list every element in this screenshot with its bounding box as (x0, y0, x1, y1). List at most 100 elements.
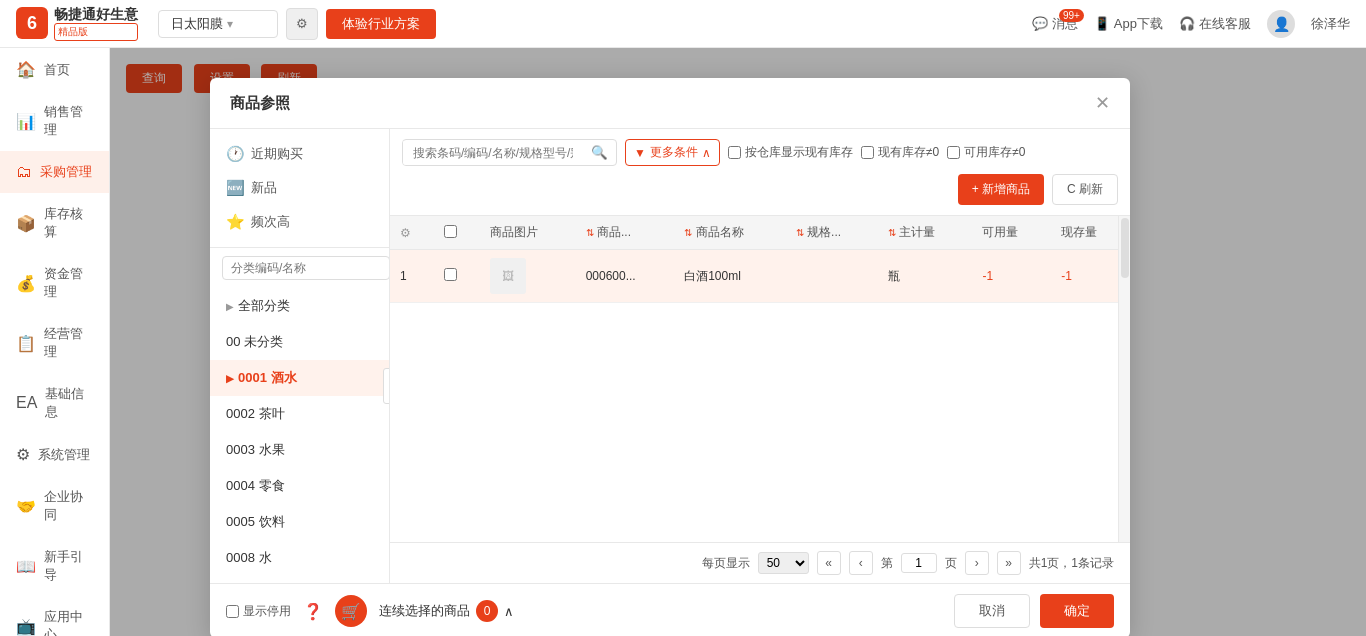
th-unit[interactable]: ⇅ 主计量 (878, 216, 973, 250)
cart-icon: 🛒 (341, 602, 361, 621)
cat-item-drinks[interactable]: 0005 饮料 (210, 504, 389, 540)
username-label: 徐泽华 (1311, 15, 1350, 33)
cat-item-water[interactable]: 0008 水 (210, 540, 389, 576)
add-product-button[interactable]: + 新增商品 (958, 174, 1044, 205)
help-icon[interactable]: ❓ (303, 602, 323, 621)
table-row[interactable]: 1 🖼 000600... 白酒100ml (390, 250, 1130, 303)
tab-new[interactable]: 🆕 新品 (210, 171, 389, 205)
warehouse-stock-checkbox[interactable]: 按仓库显示现有库存 (728, 144, 853, 161)
cell-spec (786, 250, 878, 303)
sidebar-label-inventory: 库存核算 (44, 205, 93, 241)
th-spec[interactable]: ⇅ 规格... (786, 216, 878, 250)
th-checkbox[interactable] (434, 216, 480, 250)
vertical-scrollbar[interactable] (1118, 216, 1130, 542)
cell-checkbox[interactable] (434, 250, 480, 303)
th-available[interactable]: 可用量 (972, 216, 1051, 250)
avatar[interactable]: 👤 (1267, 10, 1295, 38)
headset-icon: 🎧 (1179, 16, 1195, 31)
current-stock-check-input[interactable] (861, 146, 874, 159)
sort-code-icon: ⇅ (586, 227, 594, 238)
sidebar-label-finance: 资金管理 (44, 265, 93, 301)
app-download-area[interactable]: 📱 App下载 (1094, 15, 1163, 33)
selected-count-area[interactable]: 连续选择的商品 0 ∧ (379, 600, 514, 622)
show-disabled-checkbox[interactable]: 显示停用 (226, 603, 291, 620)
cancel-button[interactable]: 取消 (954, 594, 1030, 628)
more-filter-button[interactable]: ▼ 更多条件 ∧ (625, 139, 720, 166)
cat-item-uncategorized[interactable]: 00 未分类 (210, 324, 389, 360)
sidebar: 🏠 首页 📊 销售管理 🗂 采购管理 📦 库存核算 💰 资金管理 📋 经营管理 … (0, 48, 110, 636)
product-reference-modal: 商品参照 ✕ 🕐 近期购买 🆕 新品 (210, 78, 1130, 636)
cat-item-snacks[interactable]: 0004 零食 (210, 468, 389, 504)
cat-item-electronics[interactable]: 0010 家电 (210, 576, 389, 583)
first-page-button[interactable]: « (817, 551, 841, 575)
page-suffix: 页 (945, 555, 957, 572)
refresh-button[interactable]: C 刷新 (1052, 174, 1118, 205)
next-page-button[interactable]: › (965, 551, 989, 575)
show-disabled-check-input[interactable] (226, 605, 239, 618)
category-search-input[interactable] (222, 256, 390, 280)
sidebar-item-collab[interactable]: 🤝 企业协同 (0, 476, 109, 536)
page-number-input[interactable] (901, 553, 937, 573)
sidebar-item-purchase[interactable]: 🗂 采购管理 (0, 151, 109, 193)
purchase-icon: 🗂 (16, 163, 32, 181)
sidebar-item-operations[interactable]: 📋 经营管理 (0, 313, 109, 373)
product-image: 🖼 (490, 258, 526, 294)
product-search-button[interactable]: 🔍 (583, 140, 616, 165)
sidebar-item-apps[interactable]: 📺 应用中心 (0, 596, 109, 636)
row-checkbox[interactable] (444, 268, 457, 281)
th-code[interactable]: ⇅ 商品... (576, 216, 675, 250)
online-service-area[interactable]: 🎧 在线客服 (1179, 15, 1251, 33)
footer-right: 取消 确定 (954, 594, 1114, 628)
sidebar-item-finance[interactable]: 💰 资金管理 (0, 253, 109, 313)
sidebar-label-guide: 新手引导 (44, 548, 93, 584)
th-image[interactable]: 商品图片 (480, 216, 576, 250)
apps-icon: 📺 (16, 617, 36, 636)
collapse-selected-icon[interactable]: ∧ (504, 604, 514, 619)
product-table: ⚙ 商品图片 ⇅ 商品... (390, 216, 1130, 303)
sidebar-item-guide[interactable]: 📖 新手引导 (0, 536, 109, 596)
recent-icon: 🕐 (226, 145, 245, 163)
last-page-button[interactable]: » (997, 551, 1021, 575)
th-settings[interactable]: ⚙ (390, 216, 434, 250)
select-all-checkbox[interactable] (444, 225, 457, 238)
cat-item-all[interactable]: ▶ 全部分类 (210, 288, 389, 324)
tab-frequent[interactable]: ⭐ 频次高 (210, 205, 389, 239)
cell-seq: 1 (390, 250, 434, 303)
tab-recent[interactable]: 🕐 近期购买 (210, 137, 389, 171)
cat-item-fruit[interactable]: 0003 水果 (210, 432, 389, 468)
sidebar-label-collab: 企业协同 (44, 488, 93, 524)
operations-icon: 📋 (16, 334, 36, 353)
panel-collapse-button[interactable]: 《 (383, 368, 390, 404)
warehouse-stock-check-input[interactable] (728, 146, 741, 159)
sidebar-item-home[interactable]: 🏠 首页 (0, 48, 109, 91)
sidebar-item-system[interactable]: ⚙ 系统管理 (0, 433, 109, 476)
sidebar-item-basics[interactable]: EA 基础信息 (0, 373, 109, 433)
system-icon: ⚙ (16, 445, 30, 464)
available-stock-check-input[interactable] (947, 146, 960, 159)
available-stock-checkbox[interactable]: 可用库存≠0 (947, 144, 1025, 161)
th-name[interactable]: ⇅ 商品名称 (674, 216, 786, 250)
avatar-icon: 👤 (1273, 16, 1290, 32)
pagination-area: 每页显示 50 10 20 100 « ‹ 第 页 › » (390, 542, 1130, 583)
nav-selector[interactable]: 日太阳膜 ▾ (158, 10, 278, 38)
sidebar-item-sales[interactable]: 📊 销售管理 (0, 91, 109, 151)
filter-label: 更多条件 (650, 144, 698, 161)
cart-button[interactable]: 🛒 (335, 595, 367, 627)
per-page-select[interactable]: 50 10 20 100 (758, 552, 809, 574)
main-layout: 🏠 首页 📊 销售管理 🗂 采购管理 📦 库存核算 💰 资金管理 📋 经营管理 … (0, 48, 1366, 636)
confirm-button[interactable]: 确定 (1040, 594, 1114, 628)
cat-item-tea[interactable]: 0002 茶叶 (210, 396, 389, 432)
cat-item-liquor[interactable]: ▶ 0001 酒水 (210, 360, 389, 396)
product-search-input[interactable] (403, 141, 583, 165)
gear-button[interactable]: ⚙ (286, 8, 318, 40)
trial-button[interactable]: 体验行业方案 (326, 9, 436, 39)
frequent-icon: ⭐ (226, 213, 245, 231)
prev-page-button[interactable]: ‹ (849, 551, 873, 575)
modal-close-button[interactable]: ✕ (1095, 92, 1110, 114)
finance-icon: 💰 (16, 274, 36, 293)
category-panel: 🕐 近期购买 🆕 新品 ⭐ 频次高 (210, 129, 390, 583)
current-stock-checkbox[interactable]: 现有库存≠0 (861, 144, 939, 161)
cat-label-all: 全部分类 (238, 297, 290, 315)
notification-area[interactable]: 💬 消息 99+ (1032, 15, 1078, 33)
sidebar-item-inventory[interactable]: 📦 库存核算 (0, 193, 109, 253)
